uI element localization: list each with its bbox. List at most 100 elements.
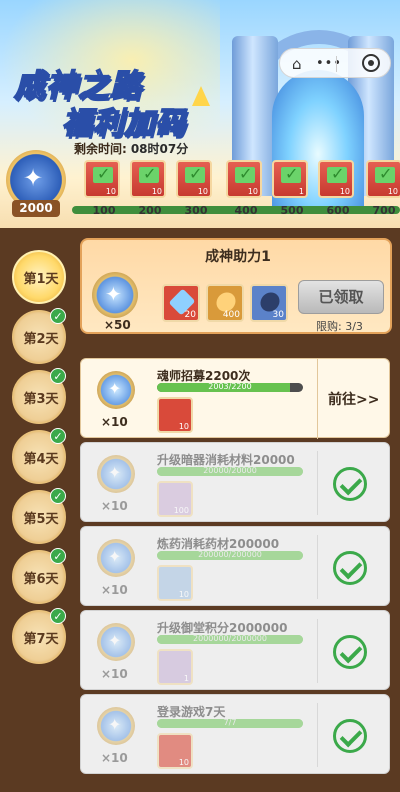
reward-count: 10 (197, 187, 208, 196)
task-card: ✦ ×10 炼药消耗药材200000 200000/200000 10 (80, 526, 390, 606)
task-item-icon[interactable]: 10 (157, 733, 193, 769)
item-count: 1 (183, 674, 189, 683)
home-icon[interactable]: ⌂ (292, 55, 302, 73)
task-reward-count: ×10 (101, 667, 128, 681)
tab-day-2[interactable]: 第2天 ✓ (12, 308, 66, 364)
check-icon: ✓ (189, 164, 203, 183)
task-card: ✦ ×10 登录游戏7天 7/7 10 (80, 694, 390, 774)
coin-icon: ✦ (97, 539, 135, 577)
featured-item-2[interactable]: 400 (206, 284, 244, 322)
task-progress-text: 2000000/2000000 (193, 634, 267, 643)
milestone-reward-2[interactable]: ✓ 10 (130, 160, 166, 198)
item-count: 100 (173, 506, 189, 515)
tab-day-7[interactable]: 第7天 ✓ (12, 608, 66, 664)
reward-count: 10 (247, 187, 258, 196)
coin-icon: ✦ (92, 272, 138, 318)
coin-icon: ✦ (97, 455, 135, 493)
featured-item-3[interactable]: 30 (250, 284, 288, 322)
task-reward-count: ×10 (101, 415, 128, 429)
completed-check-icon: ✓ (50, 608, 66, 624)
milestone-label: 400 (234, 204, 258, 217)
milestone-reward-1[interactable]: ✓ 10 (84, 160, 120, 198)
item-count: 10 (178, 422, 189, 431)
day-label: 第4天 (23, 452, 59, 467)
coin-icon: ✦ (97, 707, 135, 745)
milestone-label: 600 (326, 204, 350, 217)
milestone-label: 200 (138, 204, 162, 217)
check-icon: ✓ (379, 164, 393, 183)
reward-count: 1 (298, 187, 304, 196)
milestone-label: 100 (92, 204, 116, 217)
task-reward-count: ×10 (101, 499, 128, 513)
milestone-labels: 100 200 300 400 500 600 700 (74, 204, 400, 218)
task-item-icon[interactable]: 10 (157, 397, 193, 433)
reward-count: 10 (339, 187, 350, 196)
event-banner: 成神之路 福利加码 剩余时间: 08时07分 ⌂ ••• ✦ 2000 ✓ 10 ✓… (0, 0, 400, 228)
reward-count: 10 (151, 187, 162, 196)
day-label: 第3天 (23, 392, 59, 407)
completed-check-icon: ✓ (50, 308, 66, 324)
completed-check-icon (333, 467, 367, 501)
milestone-label: 500 (280, 204, 304, 217)
featured-item-1[interactable]: 20 (162, 284, 200, 322)
completed-check-icon: ✓ (50, 548, 66, 564)
day-label: 第1天 (23, 272, 59, 287)
milestone-reward-3[interactable]: ✓ 10 (176, 160, 212, 198)
day-label: 第5天 (23, 512, 59, 527)
tab-day-6[interactable]: 第6天 ✓ (12, 548, 66, 604)
day-label: 第6天 (23, 572, 59, 587)
tab-day-5[interactable]: 第5天 ✓ (12, 488, 66, 544)
completed-check-icon: ✓ (50, 428, 66, 444)
featured-coin-count: ×50 (104, 318, 131, 332)
milestone-reward-6[interactable]: ✓ 10 (318, 160, 354, 198)
item-count: 400 (222, 310, 240, 320)
tab-day-1[interactable]: 第1天 (12, 250, 66, 304)
currency-amount: 2000 (12, 200, 60, 217)
featured-pack-title: 成神助力1 (205, 249, 271, 265)
remaining-time: 剩余时间: 08时07分 (74, 140, 188, 157)
task-progress-text: 200000/200000 (198, 550, 262, 559)
milestone-label: 700 (372, 204, 396, 217)
close-miniprogram-icon[interactable] (362, 54, 380, 72)
divider (317, 703, 318, 767)
tab-day-3[interactable]: 第3天 ✓ (12, 368, 66, 424)
go-button-label: 前往>> (328, 392, 380, 408)
up-arrow-icon (192, 86, 210, 106)
task-card: ✦ ×10 升级御堂积分2000000 2000000/2000000 1 (80, 610, 390, 690)
event-screen: 成神之路 福利加码 剩余时间: 08时07分 ⌂ ••• ✦ 2000 ✓ 10 ✓… (0, 0, 400, 792)
task-progress-text: 2003/2200 (208, 382, 252, 391)
remaining-time-label: 剩余时间: (74, 142, 127, 156)
remaining-time-value: 08时07分 (130, 142, 189, 156)
item-count: 30 (272, 310, 284, 320)
capsule-divider (336, 56, 337, 72)
milestone-reward-7[interactable]: ✓ 10 (366, 160, 400, 198)
item-count: 10 (178, 590, 189, 599)
milestone-reward-4[interactable]: ✓ 10 (226, 160, 262, 198)
completed-check-icon (333, 635, 367, 669)
purchase-limit: 限购: 3/3 (316, 320, 363, 333)
check-icon: ✓ (239, 164, 253, 183)
item-count: 10 (178, 758, 189, 767)
tab-day-4[interactable]: 第4天 ✓ (12, 428, 66, 484)
completed-check-icon: ✓ (50, 368, 66, 384)
featured-pack-card: 成神助力1 ✦ ×50 20 400 30 已领取 限购: 3/3 (80, 238, 392, 334)
check-icon: ✓ (143, 164, 157, 183)
coin-icon: ✦ (97, 371, 135, 409)
banner-title-line2: 福利加码 (61, 105, 186, 142)
milestone-reward-5[interactable]: ✓ 1 (272, 160, 308, 198)
task-card: ✦ ×10 魂师招募2200次 2003/2200 10 前往>> (80, 358, 391, 439)
task-card: ✦ ×10 升级暗器消耗材料20000 20000/20000 100 (80, 442, 390, 522)
task-item-icon[interactable]: 1 (157, 649, 193, 685)
day-tabs: 第1天 第2天 ✓ 第3天 ✓ 第4天 ✓ 第5天 ✓ 第6天 ✓ 第7天 ✓ (4, 244, 74, 664)
divider (317, 451, 318, 515)
divider (317, 535, 318, 599)
check-icon: ✓ (97, 164, 111, 183)
miniprogram-capsule: ⌂ ••• (279, 48, 391, 78)
task-progress-text: 7/7 (223, 718, 237, 727)
claimed-button[interactable]: 已领取 (298, 280, 384, 314)
day-label: 第2天 (23, 332, 59, 347)
more-button[interactable]: ••• (316, 56, 342, 71)
go-button[interactable]: 前往>> (317, 359, 391, 439)
task-item-icon[interactable]: 10 (157, 565, 193, 601)
task-item-icon[interactable]: 100 (157, 481, 193, 517)
